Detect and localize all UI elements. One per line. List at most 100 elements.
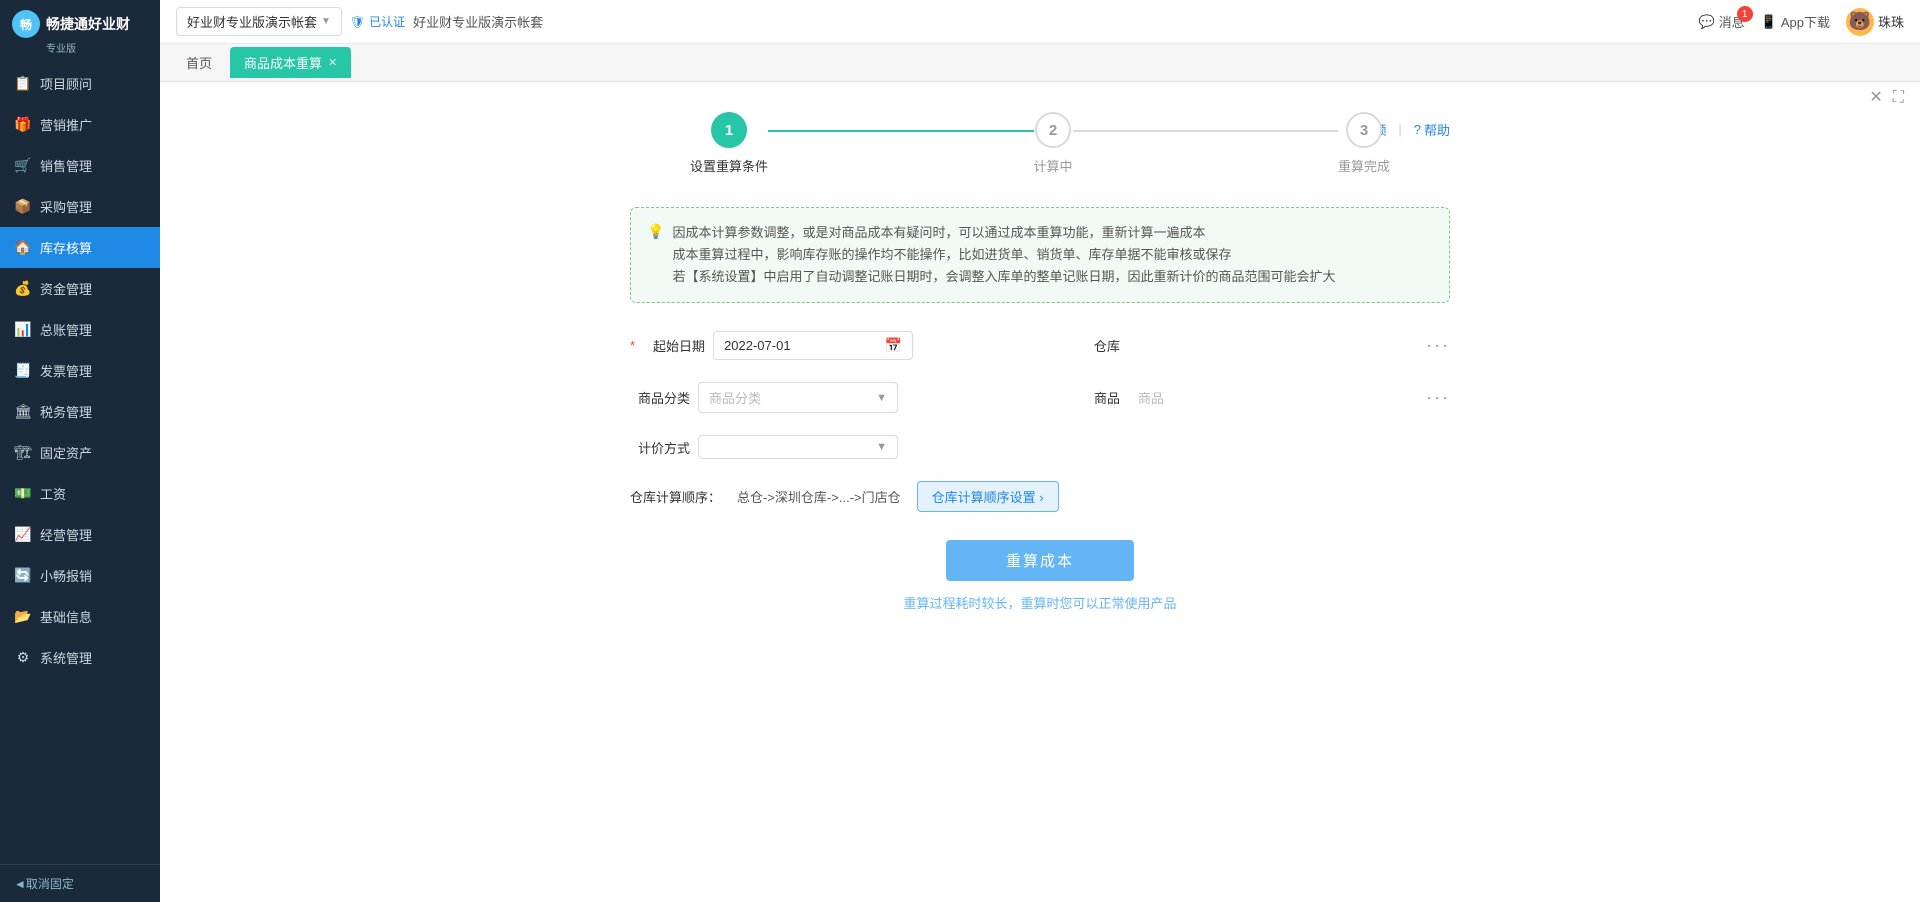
start-date-input[interactable]: 2022-07-01 📅 <box>713 331 913 360</box>
sidebar-item-ledger[interactable]: 📊 总账管理 <box>0 309 160 350</box>
sidebar-item-sales[interactable]: 🛒 销售管理 <box>0 145 160 186</box>
sidebar-item-label: 销售管理 <box>40 156 92 175</box>
calc-order-row: 仓库计算顺序： 总仓->深圳仓库->...->门店仓 仓库计算顺序设置 › <box>630 481 1450 512</box>
tab-recalc[interactable]: 商品成本重算 ✕ <box>230 47 351 78</box>
sidebar-item-marketing[interactable]: 🎁 营销推广 <box>0 104 160 145</box>
sidebar-item-tax[interactable]: 🏛 税务管理 <box>0 391 160 432</box>
main-wrap: 好业财专业版演示帐套 ▼ 🛡 已认证 好业财专业版演示帐套 💬 消息 1 📱 A… <box>160 0 1920 902</box>
expand-button[interactable]: ⛶ <box>1893 90 1904 106</box>
sidebar-item-basic[interactable]: 📂 基础信息 <box>0 596 160 637</box>
topbar: 好业财专业版演示帐套 ▼ 🛡 已认证 好业财专业版演示帐套 💬 消息 1 📱 A… <box>160 0 1920 44</box>
calc-order-label: 仓库计算顺序： <box>630 487 721 506</box>
topbar-right: 💬 消息 1 📱 App下载 🐻 珠珠 <box>1698 8 1904 36</box>
sidebar-item-label: 基础信息 <box>40 607 92 626</box>
sidebar-item-label: 总账管理 <box>40 320 92 339</box>
user-name: 珠珠 <box>1878 12 1904 31</box>
product-placeholder: 商品 <box>1138 388 1164 407</box>
sidebar-item-label: 采购管理 <box>40 197 92 216</box>
tab-recalc-label: 商品成本重算 <box>244 53 322 72</box>
sidebar-item-salary[interactable]: 💵 工资 <box>0 473 160 514</box>
step-2: 2 计算中 <box>1034 112 1073 175</box>
warehouse-label: 仓库 <box>1060 336 1120 355</box>
category-placeholder: 商品分类 <box>709 388 868 407</box>
step-1: 1 设置重算条件 <box>690 112 768 175</box>
sidebar-item-expense[interactable]: 🔄 小畅报销 <box>0 555 160 596</box>
content-area: ✕ ⛶ 1 设置重算条件 <box>160 82 1920 902</box>
sidebar-item-inventory[interactable]: 🏠 库存核算 <box>0 227 160 268</box>
sidebar-item-operation[interactable]: 📈 经营管理 <box>0 514 160 555</box>
calc-order-settings-button[interactable]: 仓库计算顺序设置 › <box>917 481 1059 512</box>
sidebar-item-purchase[interactable]: 📦 采购管理 <box>0 186 160 227</box>
sidebar-item-assets[interactable]: 🏗 固定资产 <box>0 432 160 473</box>
product-picker[interactable]: ··· <box>1426 387 1450 408</box>
sidebar-nav: 📋 项目顾问 🎁 营销推广 🛒 销售管理 📦 采购管理 🏠 库存核算 💰 资金管… <box>0 63 160 864</box>
pricing-label: 计价方式 <box>630 438 690 457</box>
sidebar-item-system[interactable]: ⚙ 系统管理 <box>0 637 160 678</box>
salary-icon: 💵 <box>14 485 32 502</box>
start-date-field: * 起始日期 2022-07-01 📅 <box>630 331 1020 360</box>
logo-icon: 畅 <box>12 10 40 38</box>
chevron-down-icon: ▼ <box>321 16 331 27</box>
step-1-circle: 1 <box>711 112 747 148</box>
recalc-button[interactable]: 重算成本 <box>946 540 1134 581</box>
tab-home[interactable]: 首页 <box>172 47 226 78</box>
system-icon: ⚙ <box>14 649 32 666</box>
sidebar-item-invoice[interactable]: 🧾 发票管理 <box>0 350 160 391</box>
verified-badge: 🛡 已认证 <box>350 13 405 30</box>
tab-home-label: 首页 <box>186 53 212 72</box>
sidebar-item-finance[interactable]: 💰 资金管理 <box>0 268 160 309</box>
content-inner: 1 设置重算条件 2 计算中 <box>590 82 1490 642</box>
info-text: 因成本计算参数调整，或是对商品成本有疑问时，可以通过成本重算功能，重新计算一遍成… <box>672 222 1335 288</box>
warehouse-picker[interactable]: ··· <box>1426 335 1450 356</box>
tab-close-icon[interactable]: ✕ <box>328 56 337 69</box>
recalc-section: 重算成本 重算过程耗时较长，重算时您可以正常使用产品 <box>630 540 1450 612</box>
category-select[interactable]: 商品分类 ▼ <box>698 382 898 413</box>
basic-icon: 📂 <box>14 608 32 625</box>
help-link[interactable]: ? 帮助 <box>1414 120 1450 139</box>
step-1-label: 设置重算条件 <box>690 156 768 175</box>
sidebar-item-label: 税务管理 <box>40 402 92 421</box>
required-mark: * <box>630 338 635 353</box>
recalc-note: 重算过程耗时较长，重算时您可以正常使用产品 <box>903 593 1176 612</box>
close-button[interactable]: ✕ <box>1869 90 1882 106</box>
verified-text: 已认证 <box>369 13 405 30</box>
sidebar-item-label: 库存核算 <box>40 238 92 257</box>
category-label: 商品分类 <box>630 388 690 407</box>
message-button[interactable]: 💬 消息 1 <box>1698 12 1744 31</box>
app-download-button[interactable]: 📱 App下载 <box>1761 12 1830 31</box>
step-3-circle: 3 <box>1346 112 1382 148</box>
product-placeholder-text: 商品 <box>1128 383 1418 412</box>
steps-container: 1 设置重算条件 2 计算中 <box>690 112 1390 175</box>
message-badge: 1 <box>1737 6 1753 22</box>
verified-account-name: 好业财专业版演示帐套 <box>413 12 543 31</box>
info-box: 💡 因成本计算参数调整，或是对商品成本有疑问时，可以通过成本重算功能，重新计算一… <box>630 207 1450 303</box>
account-selector[interactable]: 好业财专业版演示帐套 ▼ <box>176 7 342 36</box>
sidebar-item-project[interactable]: 📋 项目顾问 <box>0 63 160 104</box>
product-field: 商品 商品 ··· <box>1060 383 1450 412</box>
purchase-icon: 📦 <box>14 198 32 215</box>
sidebar-item-label: 系统管理 <box>40 648 92 667</box>
sidebar-item-label: 固定资产 <box>40 443 92 462</box>
unpin-button[interactable]: ◄取消固定 <box>0 864 160 902</box>
invoice-icon: 🧾 <box>14 362 32 379</box>
tax-icon: 🏛 <box>14 403 32 420</box>
sidebar-item-label: 经营管理 <box>40 525 92 544</box>
account-name: 好业财专业版演示帐套 <box>187 12 317 31</box>
app-logo: 畅 畅捷通好业财 专业版 <box>0 0 160 63</box>
pricing-select[interactable]: ▼ <box>698 435 898 459</box>
calc-order-value: 总仓->深圳仓库->...->门店仓 <box>737 487 901 506</box>
app-name: 畅捷通好业财 <box>46 14 130 34</box>
expense-icon: 🔄 <box>14 567 32 584</box>
ledger-icon: 📊 <box>14 321 32 338</box>
category-field: 商品分类 商品分类 ▼ <box>630 382 1020 413</box>
start-date-label: 起始日期 <box>645 336 705 355</box>
pricing-field: 计价方式 ▼ <box>630 435 1020 459</box>
user-profile[interactable]: 🐻 珠珠 <box>1846 8 1904 36</box>
step-line-1 <box>768 130 1033 132</box>
unpin-label: ◄取消固定 <box>14 875 74 892</box>
chevron-down-icon: ▼ <box>876 392 887 404</box>
sidebar-item-label: 营销推广 <box>40 115 92 134</box>
warehouse-field: 仓库 ··· <box>1060 335 1450 356</box>
info-icon: 💡 <box>647 223 664 288</box>
inventory-icon: 🏠 <box>14 239 32 256</box>
